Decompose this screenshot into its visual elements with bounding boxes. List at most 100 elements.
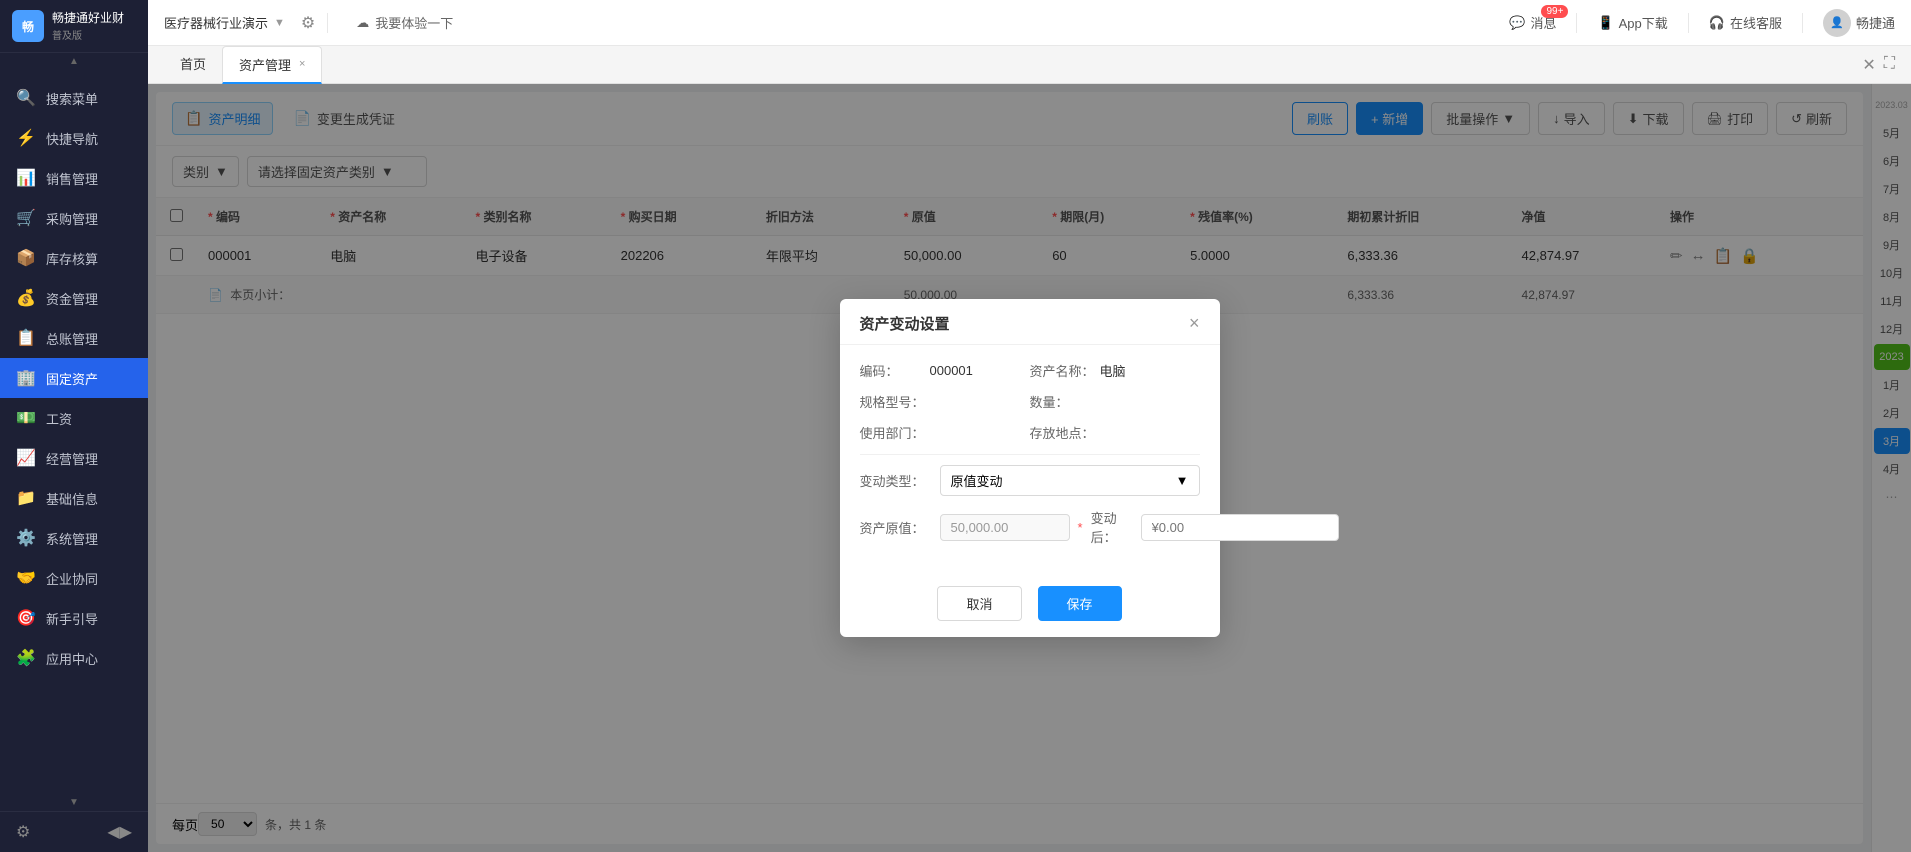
topbar-right: 💬 消息 99+ 📱 App下载 🎧 在线客服 👤 畅捷通: [1509, 9, 1895, 37]
modal-dept-label: 使用部门：: [860, 423, 930, 442]
sidebar-item-inventory[interactable]: 📦 库存核算: [0, 238, 148, 278]
purchase-icon: 🛒: [16, 208, 36, 228]
window-controls: ✕ ⛶: [1862, 55, 1895, 75]
collapse-icon[interactable]: ◀▶: [107, 822, 132, 842]
sidebar-scroll-up[interactable]: ▲: [0, 53, 148, 70]
user-item[interactable]: 👤 畅捷通: [1823, 9, 1895, 37]
service-icon: 🎧: [1709, 15, 1725, 31]
sidebar-item-guide[interactable]: 🎯 新手引导: [0, 598, 148, 638]
modal-close-icon[interactable]: ×: [1189, 313, 1200, 334]
sidebar-item-ledger[interactable]: 📋 总账管理: [0, 318, 148, 358]
modal-qty-label: 数量：: [1030, 392, 1100, 411]
modal-location-value: [1100, 425, 1200, 440]
user-name: 畅捷通: [1856, 13, 1895, 32]
sidebar-item-sales[interactable]: 📊 销售管理: [0, 158, 148, 198]
experience-label: 我要体验一下: [375, 13, 453, 32]
asset-change-modal: 资产变动设置 × 编码： 000001 资产名称： 电脑 规格型号：: [840, 299, 1220, 637]
sidebar-item-coop[interactable]: 🤝 企业协同: [0, 558, 148, 598]
sales-icon: 📊: [16, 168, 36, 188]
sidebar-item-label: 总账管理: [46, 329, 98, 348]
notification-item[interactable]: 💬 消息 99+: [1509, 13, 1556, 32]
sidebar-item-nav[interactable]: ⚡ 快捷导航: [0, 118, 148, 158]
modal-name-value: 电脑: [1100, 361, 1200, 380]
notification-icon: 💬: [1509, 15, 1525, 31]
inventory-icon: 📦: [16, 248, 36, 268]
sidebar-item-label: 搜索菜单: [46, 89, 98, 108]
modal-change-type-row: 变动类型： 原值变动 ▼: [860, 465, 1200, 496]
notification-badge: 99+: [1541, 5, 1568, 18]
modal-row-spec-qty: 规格型号： 数量：: [860, 392, 1200, 411]
modal-row-dept-location: 使用部门： 存放地点：: [860, 423, 1200, 442]
service-item[interactable]: 🎧 在线客服: [1709, 13, 1782, 32]
sidebar-item-label: 新手引导: [46, 609, 98, 628]
modal-after-input[interactable]: [1141, 514, 1339, 541]
sidebar-item-fixed[interactable]: 🏢 固定资产: [0, 358, 148, 398]
ops-icon: 📈: [16, 448, 36, 468]
sidebar-item-ops[interactable]: 📈 经营管理: [0, 438, 148, 478]
content-area: 📋 资产明细 📄 变更生成凭证 刷账 + 新增 批量操作: [148, 84, 1911, 852]
topbar: 医疗器械行业演示 ▼ ⚙ ☁ 我要体验一下 💬 消息 99+ 📱 App下载 🎧…: [148, 0, 1911, 46]
topbar-divider: [327, 13, 328, 33]
tab-home[interactable]: 首页: [164, 46, 222, 83]
sidebar-item-search[interactable]: 🔍 搜索菜单: [0, 78, 148, 118]
sidebar-item-label: 快捷导航: [46, 129, 98, 148]
ledger-icon: 📋: [16, 328, 36, 348]
sidebar-item-payroll[interactable]: 💵 工资: [0, 398, 148, 438]
app-download-item[interactable]: 📱 App下载: [1597, 13, 1667, 32]
modal-overlay: 资产变动设置 × 编码： 000001 资产名称： 电脑 规格型号：: [148, 84, 1911, 852]
app-logo-icon: 畅: [12, 10, 44, 42]
modal-code-value: 000001: [930, 363, 1030, 378]
modal-spec-value: [930, 394, 1030, 409]
modal-value-row: 资产原值： * 变动后：: [860, 508, 1200, 546]
avatar: 👤: [1823, 9, 1851, 37]
modal-footer: 取消 保存: [840, 574, 1220, 637]
sidebar-item-label: 基础信息: [46, 489, 98, 508]
payroll-icon: 💵: [16, 408, 36, 428]
sidebar-nav: 🔍 搜索菜单 ⚡ 快捷导航 📊 销售管理 🛒 采购管理 📦 库存核算 💰 资金管…: [0, 70, 148, 794]
modal-name-label: 资产名称：: [1030, 361, 1100, 380]
save-button[interactable]: 保存: [1038, 586, 1122, 621]
close-window-icon[interactable]: ✕: [1862, 55, 1875, 75]
sidebar-item-basic[interactable]: 📁 基础信息: [0, 478, 148, 518]
change-type-dropdown-icon: ▼: [1176, 473, 1189, 488]
modal-original-value-input: [940, 514, 1070, 541]
system-icon: ⚙️: [16, 528, 36, 548]
company-selector[interactable]: 医疗器械行业演示 ▼: [164, 13, 285, 32]
sidebar-item-capital[interactable]: 💰 资金管理: [0, 278, 148, 318]
sidebar-item-label: 应用中心: [46, 649, 98, 668]
tab-close-icon[interactable]: ×: [299, 58, 305, 70]
basic-icon: 📁: [16, 488, 36, 508]
company-name: 医疗器械行业演示: [164, 13, 268, 32]
sidebar-item-label: 资金管理: [46, 289, 98, 308]
settings-bottom-icon[interactable]: ⚙: [16, 822, 30, 842]
sidebar-logo: 畅 畅捷通好业财 普及版: [0, 0, 148, 53]
main-area: 医疗器械行业演示 ▼ ⚙ ☁ 我要体验一下 💬 消息 99+ 📱 App下载 🎧…: [148, 0, 1911, 852]
sidebar-item-label: 采购管理: [46, 209, 98, 228]
change-type-select[interactable]: 原值变动 ▼: [940, 465, 1200, 496]
topbar-divider3: [1688, 13, 1689, 33]
tab-asset-management[interactable]: 资产管理 ×: [222, 46, 322, 84]
modal-divider: [860, 454, 1200, 455]
cancel-button[interactable]: 取消: [937, 586, 1021, 621]
sidebar-item-purchase[interactable]: 🛒 采购管理: [0, 198, 148, 238]
sidebar-item-system[interactable]: ⚙️ 系统管理: [0, 518, 148, 558]
experience-icon: ☁: [356, 15, 369, 31]
sidebar-scroll-down[interactable]: ▼: [0, 794, 148, 811]
app-download-label: App下载: [1619, 13, 1668, 32]
modal-after-label: 变动后：: [1091, 508, 1141, 546]
maximize-window-icon[interactable]: ⛶: [1884, 55, 1895, 75]
modal-row-code-name: 编码： 000001 资产名称： 电脑: [860, 361, 1200, 380]
guide-icon: 🎯: [16, 608, 36, 628]
sidebar: 畅 畅捷通好业财 普及版 ▲ 🔍 搜索菜单 ⚡ 快捷导航 📊 销售管理 🛒 采购…: [0, 0, 148, 852]
experience-link[interactable]: ☁ 我要体验一下: [356, 13, 453, 32]
sidebar-item-label: 销售管理: [46, 169, 98, 188]
tabbar: 首页 资产管理 × ✕ ⛶: [148, 46, 1911, 84]
modal-header: 资产变动设置 ×: [840, 299, 1220, 345]
nav-icon: ⚡: [16, 128, 36, 148]
sidebar-item-label: 企业协同: [46, 569, 98, 588]
topbar-settings-icon[interactable]: ⚙: [301, 13, 315, 33]
modal-dept-value: [930, 425, 1030, 440]
sidebar-item-apps[interactable]: 🧩 应用中心: [0, 638, 148, 678]
service-label: 在线客服: [1730, 13, 1782, 32]
apps-icon: 🧩: [16, 648, 36, 668]
